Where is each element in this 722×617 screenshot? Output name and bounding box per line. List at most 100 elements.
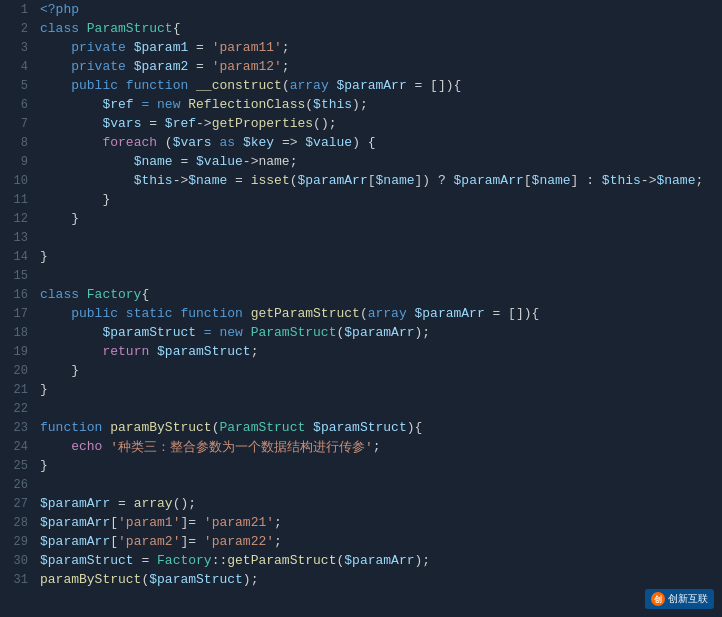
code-token: [	[368, 173, 376, 188]
code-line: class Factory{	[40, 285, 722, 304]
code-token: paramByStruct	[110, 420, 211, 435]
code-token: [	[110, 515, 118, 530]
code-line: }	[40, 361, 722, 380]
code-line: }	[40, 209, 722, 228]
code-token: $paramArr	[344, 325, 414, 340]
code-token: public	[40, 306, 126, 321]
code-token: private	[40, 40, 134, 55]
code-token: $name	[656, 173, 695, 188]
line-number: 11	[0, 190, 36, 209]
code-token: public	[40, 78, 126, 93]
line-number: 3	[0, 38, 36, 57]
code-token: }	[40, 192, 110, 207]
logo-text: 创新互联	[668, 592, 708, 606]
code-token: =	[227, 173, 250, 188]
code-area[interactable]: <?phpclass ParamStruct{ private $param1 …	[36, 0, 722, 617]
code-line: public function __construct(array $param…	[40, 76, 722, 95]
code-token: ();	[313, 116, 336, 131]
code-line: return $paramStruct;	[40, 342, 722, 361]
code-token: ]) ?	[415, 173, 454, 188]
line-number: 6	[0, 95, 36, 114]
code-token: );	[243, 572, 259, 587]
logo-icon: 创	[651, 592, 665, 606]
line-number: 13	[0, 228, 36, 247]
code-token: $paramArr	[40, 496, 110, 511]
code-token: =	[173, 154, 196, 169]
code-token: = []){	[485, 306, 540, 321]
line-number: 15	[0, 266, 36, 285]
line-numbers: 1234567891011121314151617181920212223242…	[0, 0, 36, 617]
line-number: 27	[0, 494, 36, 513]
code-token: = new	[134, 97, 189, 112]
line-number: 18	[0, 323, 36, 342]
code-token: $paramArr	[415, 306, 485, 321]
line-number: 21	[0, 380, 36, 399]
code-token: static	[126, 306, 181, 321]
code-token: );	[415, 553, 431, 568]
code-token: =	[134, 553, 157, 568]
code-token: =	[141, 116, 164, 131]
code-line: <?php	[40, 0, 722, 19]
code-line	[40, 399, 722, 418]
code-token: $name	[376, 173, 415, 188]
code-token: [	[110, 534, 118, 549]
code-token: $paramArr	[40, 515, 110, 530]
code-line: }	[40, 190, 722, 209]
line-number: 28	[0, 513, 36, 532]
code-token: ();	[173, 496, 196, 511]
code-token: $key	[243, 135, 274, 150]
code-token: getParamStruct	[227, 553, 336, 568]
code-token	[40, 97, 102, 112]
code-token: $paramArr	[40, 534, 110, 549]
code-token: ] :	[571, 173, 602, 188]
code-token: 'param22'	[204, 534, 274, 549]
code-token	[40, 439, 71, 454]
line-number: 22	[0, 399, 36, 418]
code-token: $this	[602, 173, 641, 188]
line-number: 2	[0, 19, 36, 38]
code-token: ParamStruct	[219, 420, 313, 435]
code-token: ){	[407, 420, 423, 435]
code-token: $vars	[173, 135, 212, 150]
code-token: $paramStruct	[157, 344, 251, 359]
code-token: ;	[695, 173, 703, 188]
code-token: array	[368, 306, 415, 321]
code-line: function paramByStruct(ParamStruct $para…	[40, 418, 722, 437]
line-number: 26	[0, 475, 36, 494]
code-token: $ref	[165, 116, 196, 131]
line-number: 14	[0, 247, 36, 266]
code-token: '种类三：整合参数为一个数据结构进行传参'	[110, 438, 373, 456]
code-line	[40, 228, 722, 247]
code-line	[40, 266, 722, 285]
code-token: $param1	[134, 40, 189, 55]
code-token: function	[180, 306, 250, 321]
code-token	[40, 154, 134, 169]
code-token: array	[290, 78, 337, 93]
code-token: $paramArr	[298, 173, 368, 188]
line-number: 31	[0, 570, 36, 589]
code-line: $paramArr = array();	[40, 494, 722, 513]
line-number: 8	[0, 133, 36, 152]
code-token: (	[290, 173, 298, 188]
code-line: private $param2 = 'param12';	[40, 57, 722, 76]
line-number: 23	[0, 418, 36, 437]
code-editor: 1234567891011121314151617181920212223242…	[0, 0, 722, 617]
code-token: return	[102, 344, 157, 359]
code-token: ParamStruct	[251, 325, 337, 340]
code-token: ->	[173, 173, 189, 188]
code-line: $name = $value->name;	[40, 152, 722, 171]
line-number: 1	[0, 0, 36, 19]
code-token: <?php	[40, 2, 79, 17]
line-number: 10	[0, 171, 36, 190]
code-token: $paramStruct	[102, 325, 196, 340]
code-token: ->	[196, 116, 212, 131]
code-line: }	[40, 380, 722, 399]
code-token: $param2	[134, 59, 189, 74]
code-token: }	[40, 363, 79, 378]
code-token: [	[524, 173, 532, 188]
code-token: class	[40, 287, 87, 302]
code-token: function	[126, 78, 196, 93]
code-line: $vars = $ref->getProperties();	[40, 114, 722, 133]
code-token: (	[305, 97, 313, 112]
code-line: paramByStruct($paramStruct);	[40, 570, 722, 589]
